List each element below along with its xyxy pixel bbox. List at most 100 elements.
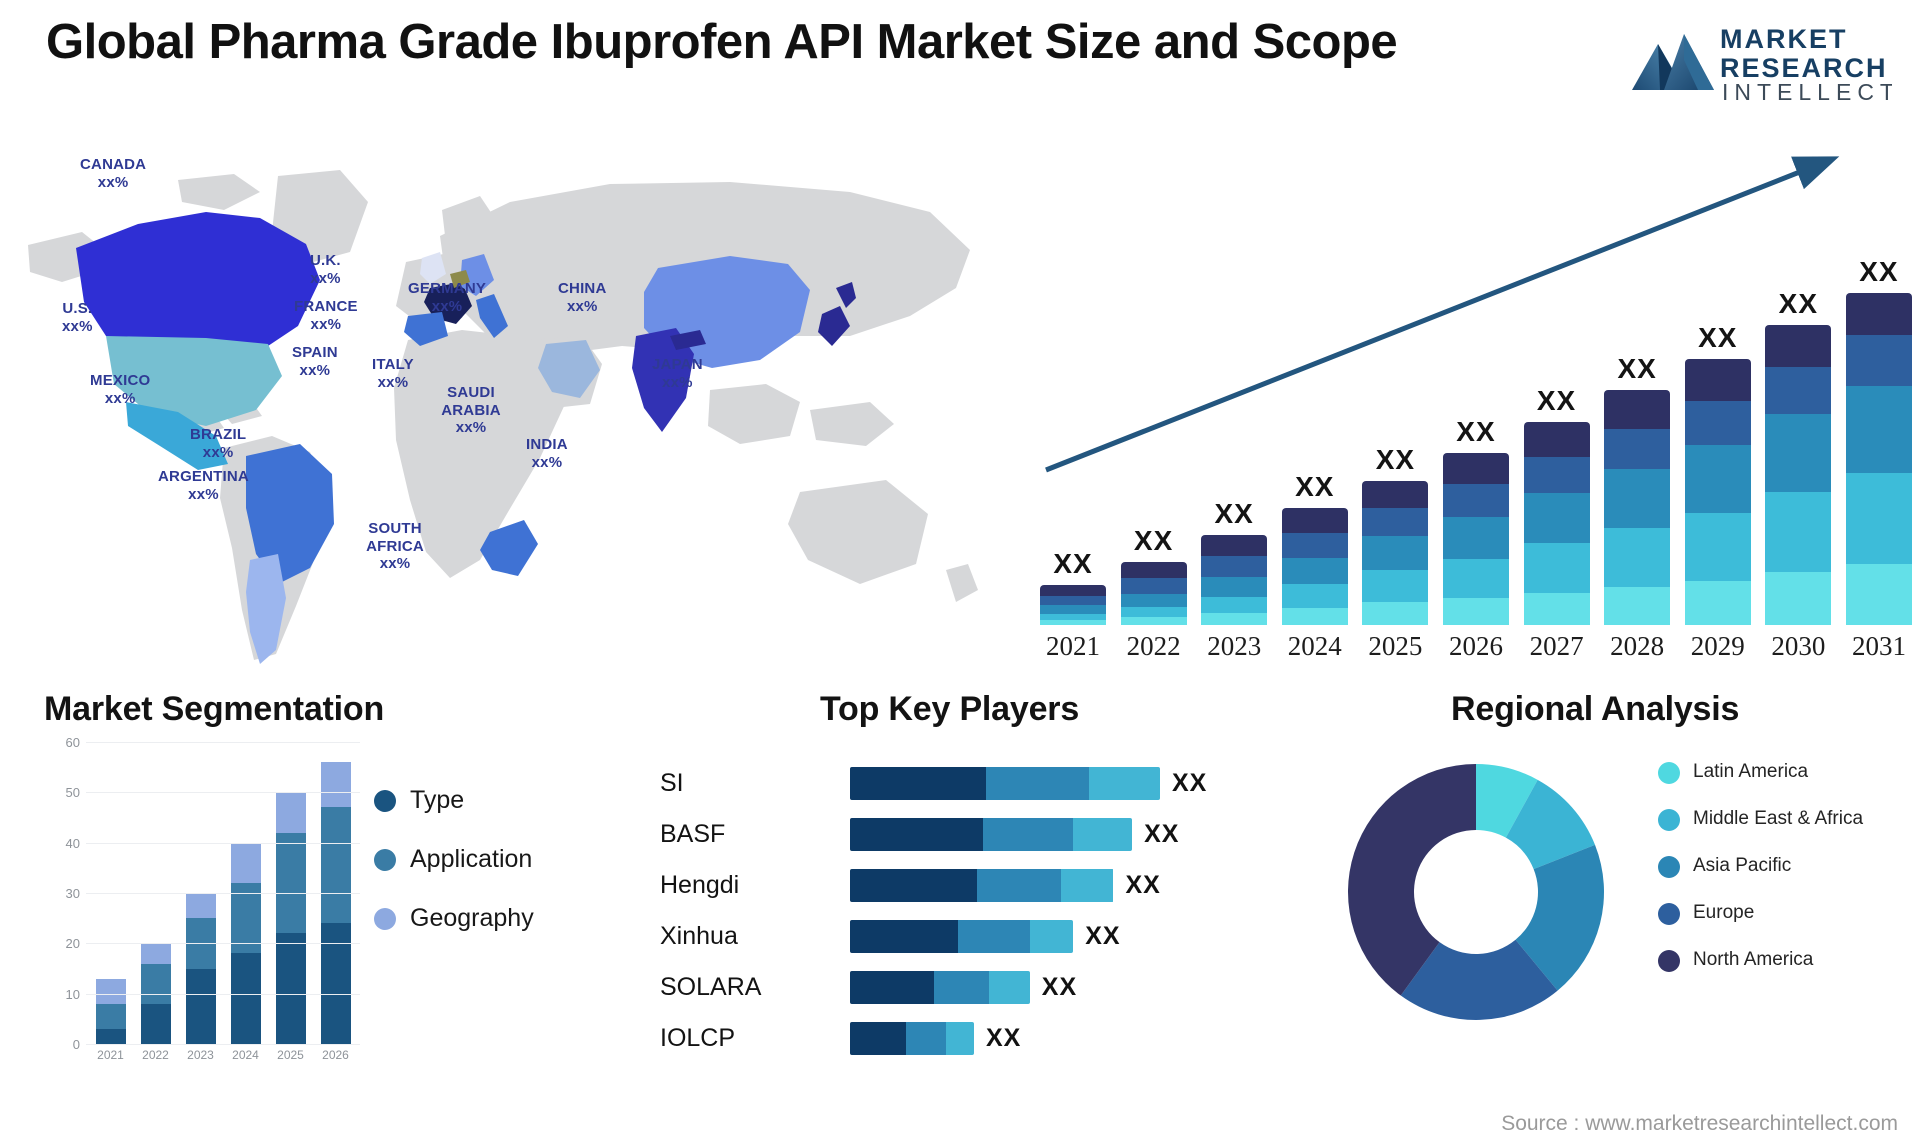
forecast-segment-segment-5 <box>1281 508 1348 533</box>
segmentation-y-tick: 40 <box>65 835 80 851</box>
forecast-bar-2026: XX <box>1442 416 1509 625</box>
forecast-segment-segment-1 <box>1040 620 1106 625</box>
map-label-brazil-name: BRAZIL <box>190 426 247 443</box>
forecast-bar-2023: XX <box>1201 498 1268 625</box>
segmentation-bar-2023 <box>185 893 216 1044</box>
forecast-segment-segment-4 <box>1684 400 1751 445</box>
forecast-segment-segment-5 <box>1765 325 1832 367</box>
top-key-players-title: Top Key Players <box>820 690 1080 728</box>
forecast-bar-stack <box>1040 585 1106 625</box>
segmentation-x-axis: 2021 2022 2023 2024 2025 2026 <box>88 1048 358 1068</box>
regional-legend-label: Europe <box>1693 902 1755 923</box>
legend-dot-icon <box>1658 809 1680 831</box>
forecast-bar-2028: XX <box>1604 353 1671 625</box>
forecast-segment-segment-2 <box>1442 558 1509 599</box>
map-label-uk-name: U.K. <box>310 252 341 269</box>
forecast-segment-segment-4 <box>1845 334 1912 386</box>
forecast-bar-value: XX <box>1295 471 1335 502</box>
forecast-segment-segment-3 <box>1362 535 1429 571</box>
market-segmentation-chart: 2021 2022 2023 2024 2025 2026 60 50 40 30 20 10 0 <box>50 735 360 1076</box>
segmentation-legend-item-application: Application <box>374 845 534 874</box>
map-label-canada: CANADA xx% <box>80 156 146 191</box>
segmentation-gridline <box>86 893 360 894</box>
map-label-china-value: xx% <box>566 297 598 315</box>
map-label-canada-value: xx% <box>97 173 129 191</box>
forecast-segment-segment-2 <box>1684 512 1751 582</box>
forecast-segment-segment-5 <box>1120 562 1187 579</box>
forecast-bar-value: XX <box>1053 548 1093 579</box>
regional-legend-label: North America <box>1693 949 1814 970</box>
segmentation-gridline <box>86 993 360 995</box>
forecast-segment-segment-2 <box>1362 570 1429 603</box>
forecast-segment-segment-2 <box>1281 584 1348 608</box>
forecast-bar-stack <box>1281 508 1348 625</box>
segmentation-y-tick: 20 <box>65 936 80 952</box>
map-country-canada <box>76 212 320 356</box>
forecast-segment-segment-5 <box>1201 535 1268 556</box>
forecast-bar-value: XX <box>1859 256 1899 287</box>
segmentation-gridline <box>86 943 360 945</box>
map-label-france: FRANCE xx% <box>294 298 358 333</box>
player-row: BASF XX <box>660 809 1300 860</box>
world-map-panel: CANADA xx% U.S. xx% MEXICO xx% BRAZIL xx… <box>10 140 1020 685</box>
segmentation-segment-type <box>320 923 351 1044</box>
forecast-bar-stack <box>1442 453 1509 625</box>
regional-legend-item-middle-east-africa: Middle East & Africa <box>1658 807 1908 831</box>
world-map <box>28 170 978 664</box>
player-value: XX <box>1172 769 1208 797</box>
segmentation-x-tick: 2022 <box>142 1048 169 1062</box>
forecast-bar-stack <box>1362 481 1429 625</box>
player-segment-part-3 <box>1060 869 1114 902</box>
segmentation-legend-label: Geography <box>410 904 534 932</box>
segmentation-bar-stack <box>275 792 306 1044</box>
segmentation-segment-type <box>275 933 306 1044</box>
source-note: Source : www.marketresearchintellect.com <box>1501 1112 1898 1135</box>
mountain-logo-icon <box>1632 34 1714 90</box>
player-name: Xinhua <box>660 922 738 950</box>
regional-legend-item-europe: Europe <box>1658 901 1908 925</box>
map-label-brazil: BRAZIL xx% <box>190 426 246 461</box>
player-row: Xinhua XX <box>660 911 1300 962</box>
regional-legend-item-latin-america: Latin America <box>1658 760 1908 784</box>
forecast-bar-value: XX <box>1456 416 1496 447</box>
forecast-segment-segment-4 <box>1765 366 1832 415</box>
player-segment-part-1 <box>850 971 934 1004</box>
forecast-segment-segment-2 <box>1120 606 1187 618</box>
forecast-segment-segment-4 <box>1040 595 1106 606</box>
map-label-us: U.S. xx% <box>62 300 93 335</box>
player-value: XX <box>1144 820 1180 848</box>
segmentation-segment-application <box>95 1003 126 1029</box>
forecast-segment-segment-3 <box>1040 605 1106 614</box>
forecast-segment-segment-4 <box>1362 507 1429 536</box>
legend-dot-icon <box>1658 856 1680 878</box>
player-value: XX <box>1085 922 1121 950</box>
map-label-south-africa-name: SOUTH AFRICA <box>366 520 424 555</box>
segmentation-segment-geography <box>95 978 126 1004</box>
legend-dot-icon <box>374 848 396 871</box>
forecast-bar-value: XX <box>1536 385 1577 416</box>
segmentation-legend-item-type: Type <box>374 786 534 815</box>
legend-dot-icon <box>1658 762 1680 784</box>
map-label-india-value: xx% <box>531 453 563 471</box>
player-bar-stack <box>850 767 1160 800</box>
forecast-bar-stack <box>1684 359 1751 625</box>
forecast-segment-segment-3 <box>1442 516 1509 559</box>
top-key-players-list: SI XX BASF XX Hengdi XX Xinhua XX SOLARA XX IOLCP X… <box>660 758 1300 1064</box>
segmentation-x-tick: 2021 <box>97 1048 124 1062</box>
map-label-argentina-name: ARGENTINA <box>158 468 249 485</box>
player-segment-part-2 <box>933 971 990 1004</box>
segmentation-y-tick: 50 <box>65 785 80 801</box>
player-segment-part-3 <box>989 971 1030 1004</box>
player-row: SI XX <box>660 758 1300 809</box>
forecast-bar-value: XX <box>1133 525 1174 556</box>
forecast-segment-segment-2 <box>1604 528 1671 588</box>
map-label-china-name: CHINA <box>558 280 607 297</box>
forecast-segment-segment-3 <box>1684 444 1751 513</box>
segmentation-bar-2025 <box>275 792 306 1044</box>
forecast-segment-segment-1 <box>1201 612 1268 625</box>
segmentation-legend-item-geography: Geography <box>374 904 534 933</box>
segmentation-bar-stack <box>185 893 216 1044</box>
forecast-bar-2031: XX <box>1845 256 1912 625</box>
map-label-spain: SPAIN xx% <box>292 344 338 379</box>
segmentation-segment-geography <box>275 792 306 833</box>
